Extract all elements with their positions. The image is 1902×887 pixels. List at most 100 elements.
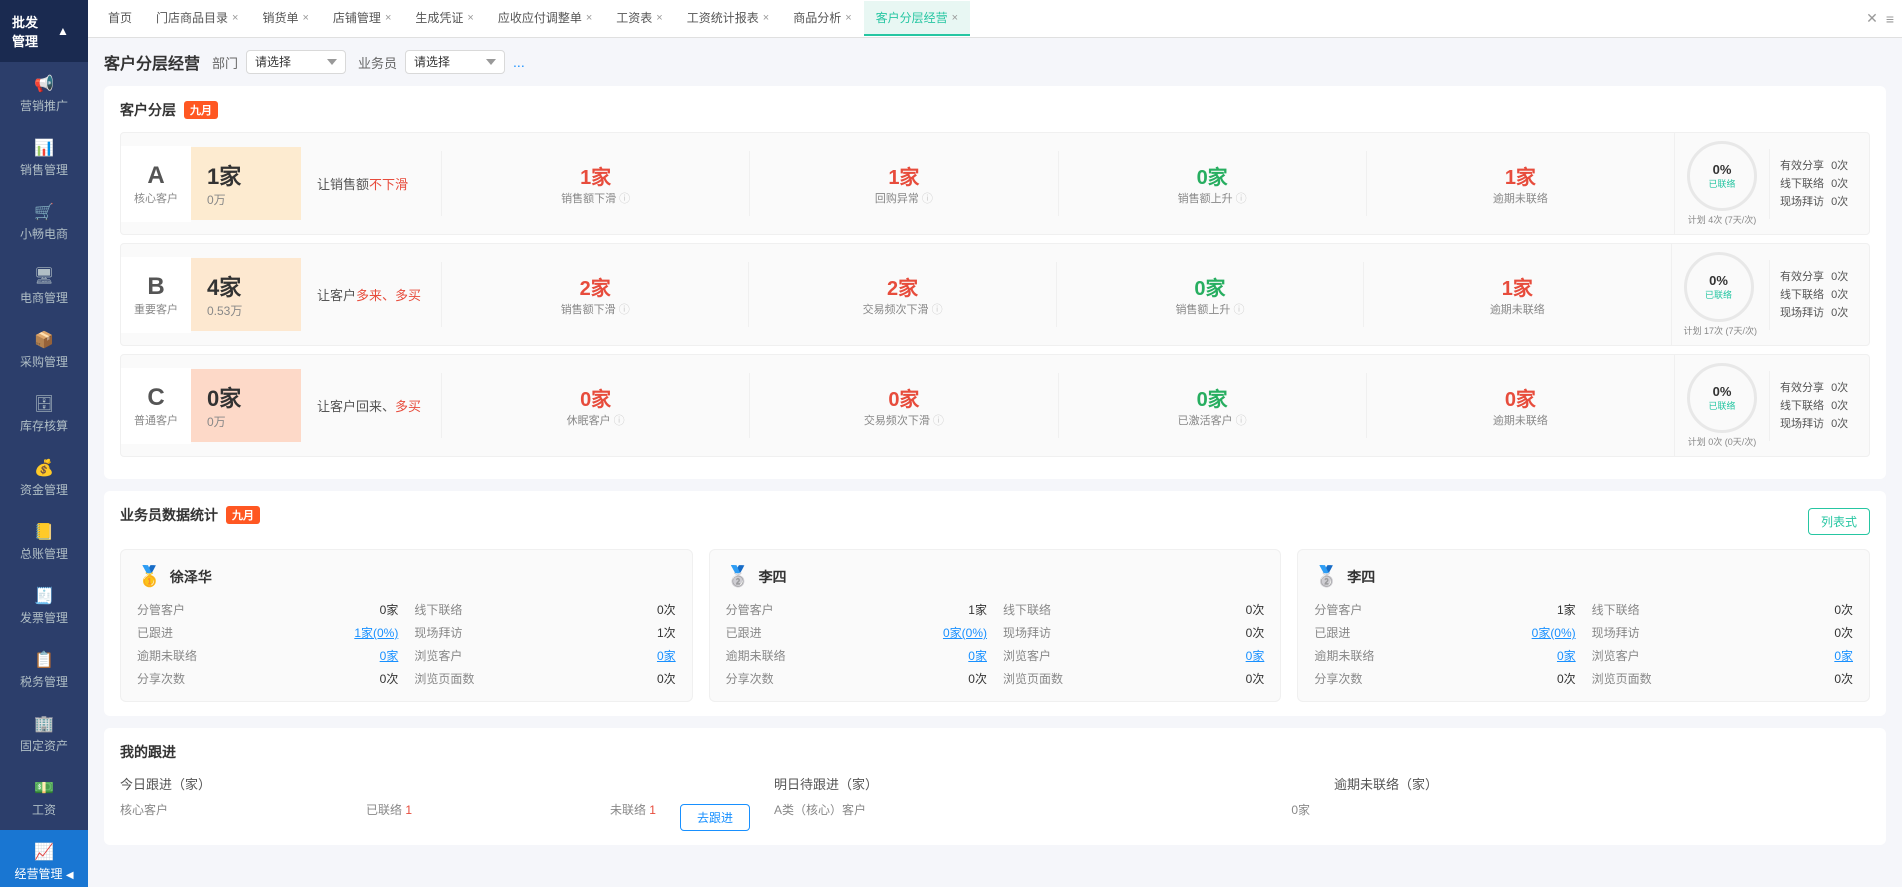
sp-stat-val-link[interactable]: 1家(0%) bbox=[354, 624, 398, 641]
dept-select[interactable]: 请选择 bbox=[246, 50, 346, 74]
sp-name-1: 李四 bbox=[759, 567, 787, 587]
linked-label: 现场拜访 bbox=[1780, 196, 1824, 208]
sidebar-item-fixed-assets[interactable]: 🏢 固定资产 bbox=[0, 702, 88, 766]
followup-tomorrow-row1-label: A类（核心）客户 bbox=[774, 801, 866, 818]
sidebar-item-biz-mgmt[interactable]: 📈 经营管理 ◀ bbox=[0, 830, 88, 887]
sp-stat-label: 浏览页面数 bbox=[414, 670, 474, 687]
tier-row-b: B 重要客户 4家 0.53万 让客户多来、多买 2家 销售额下滑 ⓘ bbox=[120, 243, 1870, 346]
tier-b-stat-2-count: 0家 bbox=[1063, 272, 1357, 301]
sp-stat-val-link[interactable]: 0家 bbox=[380, 647, 399, 664]
tab-ar-ap-label: 应收应付调整单 bbox=[498, 9, 582, 26]
tier-b-stat-2: 0家 销售额上升 ⓘ bbox=[1056, 262, 1363, 327]
sidebar-item-marketing[interactable]: 📢 营销推广 bbox=[0, 62, 88, 126]
tier-a-stat-1: 1家 回购异常 ⓘ bbox=[749, 151, 1057, 216]
close-tab-ar-ap[interactable]: × bbox=[586, 12, 592, 24]
sp-stat-val-link[interactable]: 0家(0%) bbox=[943, 624, 987, 641]
sidebar-item-finance[interactable]: 💰 资金管理 bbox=[0, 446, 88, 510]
followup-tomorrow-row1-val: 0家 bbox=[1291, 801, 1310, 818]
tier-c-stat-3-count: 0家 bbox=[1373, 383, 1668, 412]
tab-ar-ap[interactable]: 应收应付调整单 × bbox=[486, 1, 604, 36]
purchase-icon: 📦 bbox=[4, 330, 84, 350]
tier-a-slogan-text: 让销售额 bbox=[317, 177, 369, 192]
sp-stat-row-0-r1: 现场拜访 1次 bbox=[414, 624, 675, 641]
info-icon[interactable]: ⓘ bbox=[619, 301, 630, 317]
tier-b-count: 4家 bbox=[207, 270, 285, 302]
followup-today-label: 今日跟进（家） bbox=[120, 774, 211, 793]
tier-a-linked-1: 线下联络 0次 bbox=[1780, 175, 1859, 191]
tier-c-stat-3: 0家 逾期未联络 bbox=[1366, 373, 1674, 438]
followup-title: 我的跟进 bbox=[120, 742, 1870, 762]
salary-icon: 💵 bbox=[4, 778, 84, 798]
tier-c-stat-2-count: 0家 bbox=[1065, 383, 1360, 412]
sp-stat-label: 现场拜访 bbox=[1592, 624, 1640, 641]
tier-c-stats: 0家 休眠客户 ⓘ 0家 交易频次下滑 ⓘ 0家 bbox=[441, 355, 1869, 456]
tier-b-stat-2-label: 销售额上升 ⓘ bbox=[1063, 301, 1357, 317]
sidebar-header[interactable]: 批发管理 ▲ bbox=[0, 0, 88, 62]
sp-stat-val-link[interactable]: 0家 bbox=[1834, 647, 1853, 664]
linked-val: 0次 bbox=[1831, 400, 1848, 412]
tab-shop-mgmt[interactable]: 店铺管理 × bbox=[321, 1, 403, 36]
info-icon[interactable]: ⓘ bbox=[1236, 190, 1247, 206]
sidebar-item-label: 采购管理 bbox=[20, 355, 68, 369]
tier-c-stat-1-count: 0家 bbox=[756, 383, 1051, 412]
info-icon[interactable]: ⓘ bbox=[1233, 301, 1244, 317]
biz-stats-section: 业务员数据统计 九月 列表式 🥇 徐泽华 分管客户 0家 bbox=[104, 491, 1886, 716]
close-tab-sales-order[interactable]: × bbox=[302, 12, 308, 24]
tier-b-slogan-text: 让客户 bbox=[317, 288, 356, 303]
tier-row-c: C 普通客户 0家 0万 让客户回来、多买 0家 休眠客户 ⓘ bbox=[120, 354, 1870, 457]
sp-stat-val-link[interactable]: 0家 bbox=[1246, 647, 1265, 664]
close-tab-customer-tier[interactable]: × bbox=[952, 12, 958, 24]
tier-a-circle-stat: 0% 已联络 bbox=[1687, 141, 1757, 211]
info-icon[interactable]: ⓘ bbox=[1236, 412, 1247, 428]
tab-salary-report[interactable]: 工资统计报表 × bbox=[675, 1, 781, 36]
sidebar-item-inventory[interactable]: 🗄 库存核算 bbox=[0, 382, 88, 446]
tab-voucher[interactable]: 生成凭证 × bbox=[403, 1, 485, 36]
sp-stat-val-link[interactable]: 0家(0%) bbox=[1532, 624, 1576, 641]
close-tab-voucher[interactable]: × bbox=[467, 12, 473, 24]
sp-stat-val-link[interactable]: 0家 bbox=[657, 647, 676, 664]
sidebar-item-invoice[interactable]: 🧾 发票管理 bbox=[0, 574, 88, 638]
info-icon[interactable]: ⓘ bbox=[619, 190, 630, 206]
more-filter-btn[interactable]: ... bbox=[513, 54, 525, 70]
tab-shop-mgmt-label: 店铺管理 bbox=[333, 9, 381, 26]
sidebar-item-label: 资金管理 bbox=[20, 483, 68, 497]
info-icon[interactable]: ⓘ bbox=[922, 190, 933, 206]
close-all-tabs-icon[interactable]: ✕ bbox=[1866, 10, 1878, 27]
fixed-assets-icon: 🏢 bbox=[4, 714, 84, 734]
sidebar-item-sales[interactable]: 📊 销售管理 bbox=[0, 126, 88, 190]
sales-select[interactable]: 请选择 bbox=[405, 50, 505, 74]
sidebar-item-ledger[interactable]: 📒 总账管理 bbox=[0, 510, 88, 574]
followup-title-text: 我的跟进 bbox=[120, 742, 176, 762]
tab-customer-tier[interactable]: 客户分层经营 × bbox=[864, 1, 970, 36]
sp-stat-label: 分管客户 bbox=[137, 601, 185, 618]
info-icon[interactable]: ⓘ bbox=[614, 412, 625, 428]
tab-menu-icon[interactable]: ≡ bbox=[1886, 11, 1894, 27]
sidebar-toggle-icon[interactable]: ▲ bbox=[44, 24, 82, 38]
followup-go-btn-col: 去跟进 bbox=[680, 774, 750, 831]
close-tab-product-analysis[interactable]: × bbox=[845, 12, 851, 24]
sidebar-item-ecom[interactable]: 🖥 电商管理 bbox=[0, 254, 88, 318]
close-tab-shop-products[interactable]: × bbox=[232, 12, 238, 24]
close-tab-salary-table[interactable]: × bbox=[656, 12, 662, 24]
sp-stat-val: 1家 bbox=[1557, 601, 1576, 618]
info-icon[interactable]: ⓘ bbox=[933, 412, 944, 428]
tab-shop-products[interactable]: 门店商品目录 × bbox=[144, 1, 250, 36]
sp-stat-val-link[interactable]: 0家 bbox=[968, 647, 987, 664]
close-tab-shop-mgmt[interactable]: × bbox=[385, 12, 391, 24]
sidebar-item-purchase[interactable]: 📦 采购管理 bbox=[0, 318, 88, 382]
sp-stat-val-link[interactable]: 0家 bbox=[1557, 647, 1576, 664]
sidebar-item-salary[interactable]: 💵 工资 bbox=[0, 766, 88, 830]
list-view-button[interactable]: 列表式 bbox=[1808, 508, 1870, 535]
sidebar-item-ecom-small[interactable]: 🛒 小畅电商 bbox=[0, 190, 88, 254]
tab-product-analysis[interactable]: 商品分析 × bbox=[781, 1, 863, 36]
sp-stat-val: 0次 bbox=[657, 601, 676, 618]
tab-salary-table[interactable]: 工资表 × bbox=[604, 1, 674, 36]
close-tab-salary-report[interactable]: × bbox=[763, 12, 769, 24]
sidebar-item-tax[interactable]: 📋 税务管理 bbox=[0, 638, 88, 702]
sp-stat-label: 分管客户 bbox=[1314, 601, 1362, 618]
tab-home[interactable]: 首页 bbox=[96, 1, 144, 36]
info-icon[interactable]: ⓘ bbox=[932, 301, 943, 317]
sales-filter-group: 业务员 请选择 ... bbox=[358, 50, 525, 74]
tab-sales-order[interactable]: 销货单 × bbox=[250, 1, 320, 36]
go-followup-button[interactable]: 去跟进 bbox=[680, 804, 750, 831]
